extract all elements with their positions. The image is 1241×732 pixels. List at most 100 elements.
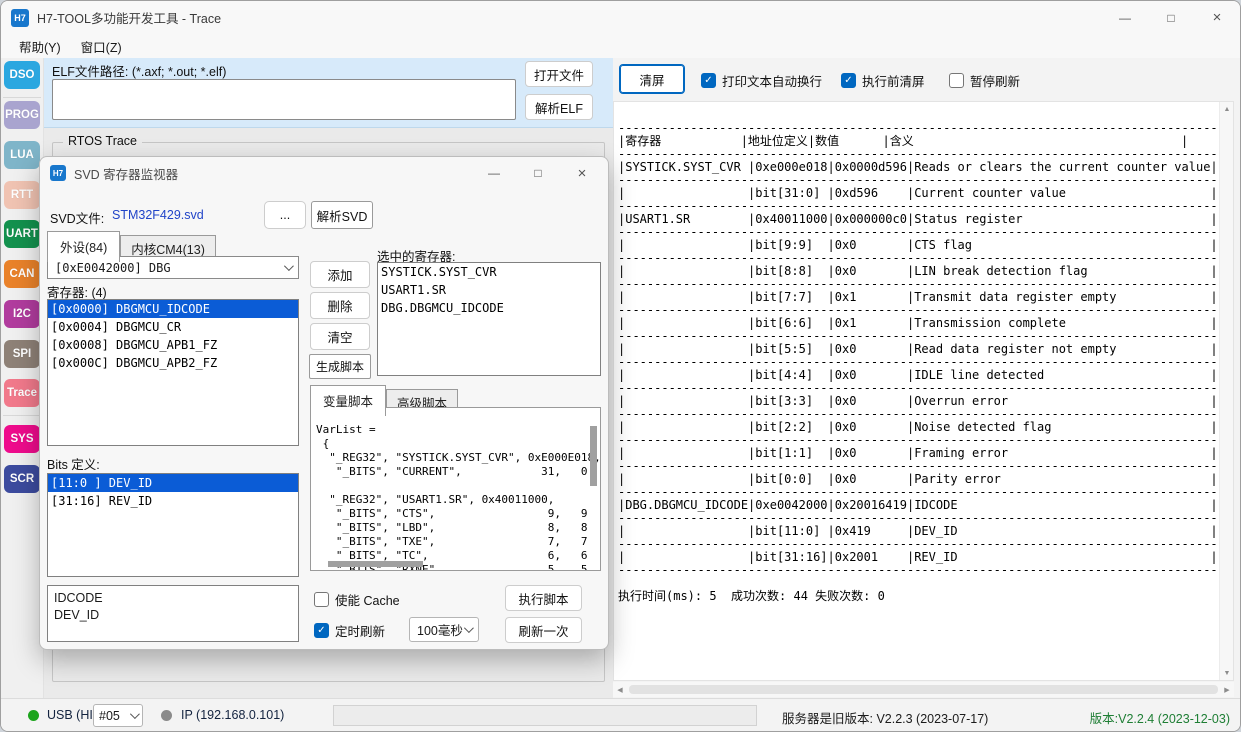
sidebar-item-uart[interactable]: UART [4,220,40,248]
dialog-title-bar: H7 SVD 寄存器监视器 — □ × [40,157,608,189]
execute-script-button[interactable]: 执行脚本 [505,585,582,611]
register-list-item[interactable]: [0x000C] DBGMCU_APB2_FZ [48,354,298,372]
menu-item-0[interactable]: 帮助(Y) [9,35,71,58]
elf-path-label: ELF文件路径: (*.axf; *.out; *.elf) [52,65,227,79]
main-window: H7 H7-TOOL多功能开发工具 - Trace — □ × 帮助(Y) 窗口(… [0,0,1241,732]
scroll-left-icon[interactable]: ◀ [613,682,627,697]
selected-register-item[interactable]: SYSTICK.SYST_CVR [378,263,600,281]
elf-panel: ELF文件路径: (*.axf; *.out; *.elf) 打开文件 解析EL… [44,58,613,128]
chevron-down-icon [463,623,474,634]
scroll-right-icon[interactable]: ▶ [1220,682,1234,697]
bits-list: [11:0 ] DEV_ID [31:16] REV_ID [47,473,299,577]
minimize-icon[interactable]: — [1102,1,1148,34]
sidebar-item-spi[interactable]: SPI [4,340,40,368]
app-icon: H7 [11,8,29,27]
ip-status-dot [161,710,172,721]
usb-status-dot [28,710,39,721]
refresh-interval-value: 100毫秒 [417,624,463,638]
console-checkbox-1[interactable]: ✓ 执行前清屏 [841,71,925,90]
bits-list-item[interactable]: [11:0 ] DEV_ID [48,474,298,492]
browse-svd-button[interactable]: ... [264,201,306,229]
console-output: ----------------------------------------… [613,101,1234,681]
script-vscroll-thumb[interactable] [590,426,597,486]
scroll-up-icon[interactable]: ▲ [1220,102,1233,116]
checkbox-checked-icon[interactable]: ✓ [701,73,716,88]
open-file-button[interactable]: 打开文件 [525,61,593,87]
server-version-label: 服务器是旧版本: V2.2.3 (2023-07-17) [782,712,989,726]
bit-description-box: IDCODE DEV_ID [47,585,299,642]
app-version-label: 版本:V2.2.4 (2023-12-03) [1089,712,1230,726]
sidebar-separator [3,97,41,98]
chevron-down-icon [283,261,294,272]
peripheral-select-value: [0xE0042000] DBG [55,260,171,275]
status-bar: USB (HID) #05 IP (192.168.0.101) 服务器是旧版本… [1,698,1240,731]
timed-refresh-checkbox-label: 定时刷新 [335,625,386,639]
refresh-interval-select[interactable]: 100毫秒 [409,617,479,642]
rtos-trace-label: RTOS Trace [63,134,143,148]
dialog-title: SVD 寄存器监视器 [74,167,179,182]
ip-status-label: IP (192.168.0.101) [181,708,285,722]
clear-button[interactable]: 清空 [310,323,370,350]
menu-bar: 帮助(Y) 窗口(Z) [1,34,1240,58]
register-list: [0x0000] DBGMCU_IDCODE [0x0004] DBGMCU_CR… [47,299,299,446]
console-horizontal-scrollbar[interactable]: ◀ ▶ [613,682,1234,697]
delete-button[interactable]: 删除 [310,292,370,319]
svd-file-value[interactable]: STM32F429.svd [112,208,204,222]
sidebar-item-trace[interactable]: Trace [4,379,40,407]
parse-elf-button[interactable]: 解析ELF [525,94,593,120]
selected-registers-list: SYSTICK.SYST_CVR USART1.SR DBG.DBGMCU_IDCO… [377,262,601,376]
sidebar-item-can[interactable]: CAN [4,260,40,288]
sidebar-item-rtt[interactable]: RTT [4,181,40,209]
hscroll-thumb[interactable] [629,685,1218,694]
maximize-icon[interactable]: □ [1148,1,1194,34]
register-list-item[interactable]: [0x0000] DBGMCU_IDCODE [48,300,298,318]
menu-item-1[interactable]: 窗口(Z) [71,35,132,58]
checkbox-checked-icon[interactable]: ✓ [314,623,329,638]
sidebar-item-dso[interactable]: DSO [4,61,40,89]
register-list-item[interactable]: [0x0004] DBGMCU_CR [48,318,298,336]
selected-register-item[interactable]: USART1.SR [378,281,600,299]
svd-file-label: SVD文件: [50,212,105,226]
dialog-minimize-icon[interactable]: — [472,157,516,189]
sidebar-item-prog[interactable]: PROG [4,101,40,129]
scroll-down-icon[interactable]: ▼ [1220,666,1233,680]
console-text: ----------------------------------------… [618,121,1218,603]
device-number-select[interactable]: #05 [93,704,143,727]
bits-list-item[interactable]: [31:16] REV_ID [48,492,298,510]
console-checkbox-0[interactable]: ✓ 打印文本自动换行 [701,71,822,90]
register-list-item[interactable]: [0x0008] DBGMCU_APB1_FZ [48,336,298,354]
elf-path-input[interactable] [52,79,516,120]
sidebar-item-sys[interactable]: SYS [4,425,40,453]
cache-checkbox[interactable]: 使能 Cache [314,590,400,609]
close-icon[interactable]: × [1194,1,1240,34]
console-vertical-scrollbar[interactable]: ▲ ▼ [1219,102,1233,680]
sidebar-item-lua[interactable]: LUA [4,141,40,169]
selected-register-item[interactable]: DBG.DBGMCU_IDCODE [378,299,600,317]
script-hscroll-thumb[interactable] [328,561,423,567]
checkbox-checked-icon[interactable]: ✓ [841,73,856,88]
dialog-close-icon[interactable]: × [560,157,604,189]
status-progress-bar [333,705,757,726]
sidebar-item-scr[interactable]: SCR [4,465,40,493]
dialog-maximize-icon[interactable]: □ [516,157,560,189]
console-checkbox-0-label: 打印文本自动换行 [722,75,823,89]
svd-register-monitor-dialog: H7 SVD 寄存器监视器 — □ × SVD文件: STM32F429.svd… [39,156,609,650]
cache-checkbox-label: 使能 Cache [335,594,400,608]
add-button[interactable]: 添加 [310,261,370,288]
timed-refresh-checkbox[interactable]: ✓ 定时刷新 [314,621,385,640]
generate-script-button[interactable]: 生成脚本 [309,354,371,379]
checkbox-unchecked-icon[interactable] [949,73,964,88]
tab-peripherals-0[interactable]: 外设(84) [47,231,121,262]
title-bar: H7 H7-TOOL多功能开发工具 - Trace — □ × [1,1,1240,34]
script-editor[interactable]: VarList = { "_REG32", "SYSTICK.SYST_CVR"… [310,407,601,571]
refresh-once-button[interactable]: 刷新一次 [505,617,582,643]
checkbox-unchecked-icon[interactable] [314,592,329,607]
sidebar: DSO PROG LUA RTT UART CAN I2C SPI Trace SYS SCR [1,58,44,698]
sidebar-item-i2c[interactable]: I2C [4,300,40,328]
console-checkbox-1-label: 执行前清屏 [862,75,925,89]
clear-screen-button[interactable]: 清屏 [619,64,685,94]
device-number-value: #05 [99,708,120,723]
parse-svd-button[interactable]: 解析SVD [311,201,373,229]
console-checkbox-2[interactable]: 暂停刷新 [949,71,1020,90]
tab-script-0[interactable]: 变量脚本 [310,385,387,416]
